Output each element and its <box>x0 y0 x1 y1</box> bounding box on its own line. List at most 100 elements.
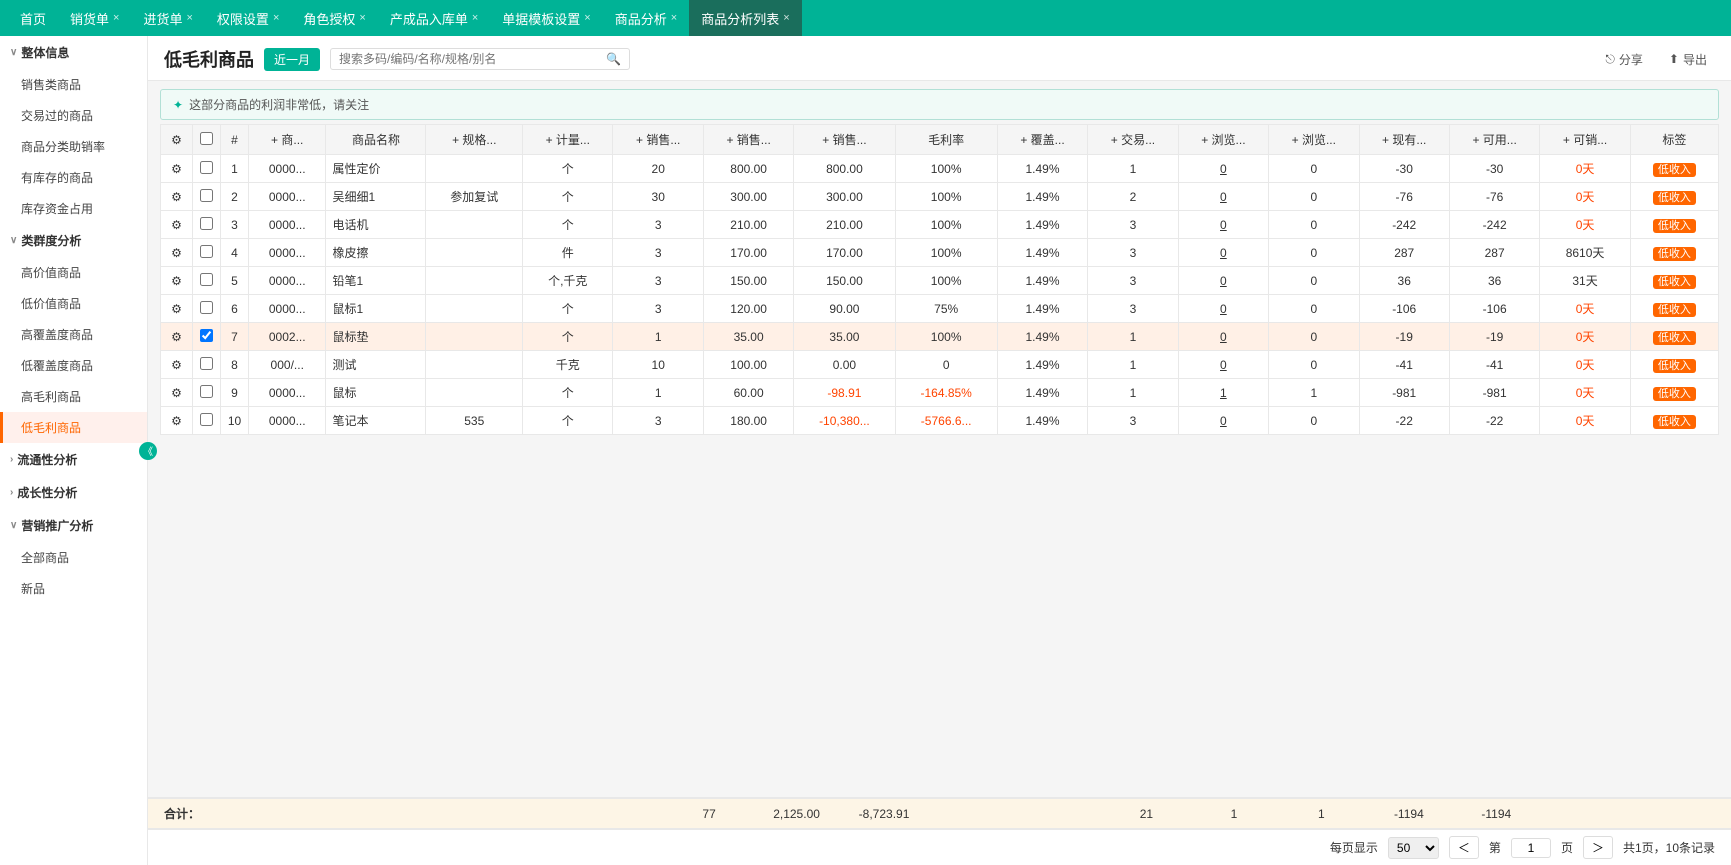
col-available[interactable]: + 可用... <box>1449 125 1539 155</box>
nav-purchase-order[interactable]: 进货单 × <box>131 0 204 36</box>
settings-icon[interactable]: ⚙ <box>171 274 182 288</box>
settings-icon[interactable]: ⚙ <box>171 190 182 204</box>
close-icon[interactable]: × <box>783 12 789 24</box>
export-button[interactable]: ⬆ 导出 <box>1661 47 1715 72</box>
settings-icon[interactable]: ⚙ <box>171 386 182 400</box>
sidebar-item-new-products[interactable]: 新品 <box>0 573 147 604</box>
close-icon[interactable]: × <box>273 12 279 24</box>
col-name[interactable]: 商品名称 <box>326 125 426 155</box>
col-code[interactable]: + 商... <box>249 125 326 155</box>
sidebar-group-overall[interactable]: ∨ 整体信息 <box>0 36 147 69</box>
nav-sales-order[interactable]: 销货单 × <box>58 0 131 36</box>
nav-product-analysis-list[interactable]: 商品分析列表 × <box>689 0 801 36</box>
row-checkbox[interactable] <box>200 413 213 426</box>
checkbox-cell[interactable] <box>193 267 221 295</box>
settings-cell[interactable]: ⚙ <box>161 155 193 183</box>
next-page-button[interactable]: ＞ <box>1583 836 1613 859</box>
settings-cell[interactable]: ⚙ <box>161 407 193 435</box>
sidebar-item-low-margin[interactable]: 低毛利商品 <box>0 412 147 443</box>
sidebar-collapse-button[interactable]: 《 <box>139 442 157 460</box>
settings-icon[interactable]: ⚙ <box>171 162 182 176</box>
nav-role-auth[interactable]: 角色授权 × <box>291 0 377 36</box>
nav-home[interactable]: 首页 <box>8 0 58 36</box>
settings-icon[interactable]: ⚙ <box>171 330 182 344</box>
settings-cell[interactable]: ⚙ <box>161 267 193 295</box>
checkbox-cell[interactable] <box>193 239 221 267</box>
row-checkbox[interactable] <box>200 301 213 314</box>
sidebar-group-circulation[interactable]: › 流通性分析 <box>0 443 147 476</box>
row-checkbox[interactable] <box>200 273 213 286</box>
settings-icon[interactable]: ⚙ <box>171 246 182 260</box>
sidebar-item-low-coverage[interactable]: 低覆盖度商品 <box>0 350 147 381</box>
settings-cell[interactable]: ⚙ <box>161 183 193 211</box>
sidebar-group-marketing[interactable]: ∨ 营销推广分析 <box>0 509 147 542</box>
col-current[interactable]: + 现有... <box>1359 125 1449 155</box>
settings-cell[interactable]: ⚙ <box>161 239 193 267</box>
row-checkbox[interactable] <box>200 189 213 202</box>
checkbox-cell[interactable] <box>193 351 221 379</box>
checkbox-cell[interactable] <box>193 379 221 407</box>
sidebar-item-high-margin[interactable]: 高毛利商品 <box>0 381 147 412</box>
nav-product-analysis[interactable]: 商品分析 × <box>603 0 689 36</box>
checkbox-cell[interactable] <box>193 323 221 351</box>
settings-icon[interactable]: ⚙ <box>171 414 182 428</box>
col-salable[interactable]: + 可销... <box>1540 125 1630 155</box>
sidebar-item-all-products[interactable]: 全部商品 <box>0 542 147 573</box>
col-browse2[interactable]: + 浏览... <box>1269 125 1359 155</box>
sidebar-item-stock-capital[interactable]: 库存资金占用 <box>0 193 147 224</box>
settings-icon[interactable]: ⚙ <box>171 218 182 232</box>
checkbox-cell[interactable] <box>193 155 221 183</box>
row-checkbox[interactable] <box>200 161 213 174</box>
close-icon[interactable]: × <box>472 12 478 24</box>
sidebar-item-low-value[interactable]: 低价值商品 <box>0 288 147 319</box>
select-all-checkbox[interactable] <box>200 132 213 145</box>
nav-template-settings[interactable]: 单据模板设置 × <box>490 0 602 36</box>
sidebar-item-traded-products[interactable]: 交易过的商品 <box>0 100 147 131</box>
close-icon[interactable]: × <box>186 12 192 24</box>
row-checkbox[interactable] <box>200 245 213 258</box>
close-icon[interactable]: × <box>359 12 365 24</box>
search-input[interactable] <box>339 52 602 66</box>
prev-page-button[interactable]: ＜ <box>1449 836 1479 859</box>
sidebar-item-sales-products[interactable]: 销售类商品 <box>0 69 147 100</box>
settings-cell[interactable]: ⚙ <box>161 379 193 407</box>
nav-permission-settings[interactable]: 权限设置 × <box>205 0 291 36</box>
close-icon[interactable]: × <box>584 12 590 24</box>
col-coverage[interactable]: + 覆盖... <box>997 125 1087 155</box>
settings-icon[interactable]: ⚙ <box>171 358 182 372</box>
search-icon[interactable]: 🔍 <box>606 52 621 66</box>
settings-cell[interactable]: ⚙ <box>161 295 193 323</box>
col-checkbox[interactable] <box>193 125 221 155</box>
close-icon[interactable]: × <box>671 12 677 24</box>
checkbox-cell[interactable] <box>193 295 221 323</box>
share-button[interactable]: ⎋ 分享 <box>1597 47 1651 72</box>
sidebar-item-stock-products[interactable]: 有库存的商品 <box>0 162 147 193</box>
col-spec[interactable]: + 规格... <box>426 125 523 155</box>
settings-cell[interactable]: ⚙ <box>161 323 193 351</box>
col-sales-amount[interactable]: + 销售... <box>703 125 793 155</box>
col-sales-profit[interactable]: + 销售... <box>794 125 895 155</box>
row-checkbox[interactable] <box>200 385 213 398</box>
col-sales-qty[interactable]: + 销售... <box>613 125 703 155</box>
checkbox-cell[interactable] <box>193 183 221 211</box>
sidebar-item-high-value[interactable]: 高价值商品 <box>0 257 147 288</box>
settings-icon[interactable]: ⚙ <box>171 302 182 316</box>
checkbox-cell[interactable] <box>193 211 221 239</box>
col-transaction[interactable]: + 交易... <box>1088 125 1178 155</box>
settings-cell[interactable]: ⚙ <box>161 351 193 379</box>
row-checkbox[interactable] <box>200 329 213 342</box>
row-checkbox[interactable] <box>200 217 213 230</box>
sidebar-group-growth[interactable]: › 成长性分析 <box>0 476 147 509</box>
sidebar-group-cluster[interactable]: ∨ 类群度分析 <box>0 224 147 257</box>
sidebar-item-high-coverage[interactable]: 高覆盖度商品 <box>0 319 147 350</box>
settings-cell[interactable]: ⚙ <box>161 211 193 239</box>
col-settings[interactable]: ⚙ <box>161 125 193 155</box>
page-number-input[interactable] <box>1511 838 1551 858</box>
col-unit[interactable]: + 计量... <box>523 125 613 155</box>
nav-product-warehouse[interactable]: 产成品入库单 × <box>378 0 490 36</box>
checkbox-cell[interactable] <box>193 407 221 435</box>
col-gross-margin[interactable]: 毛利率 <box>895 125 997 155</box>
date-filter-button[interactable]: 近一月 <box>264 48 320 71</box>
per-page-select[interactable]: 50 20 100 200 <box>1388 837 1439 859</box>
sidebar-item-category-sales-rate[interactable]: 商品分类助销率 <box>0 131 147 162</box>
